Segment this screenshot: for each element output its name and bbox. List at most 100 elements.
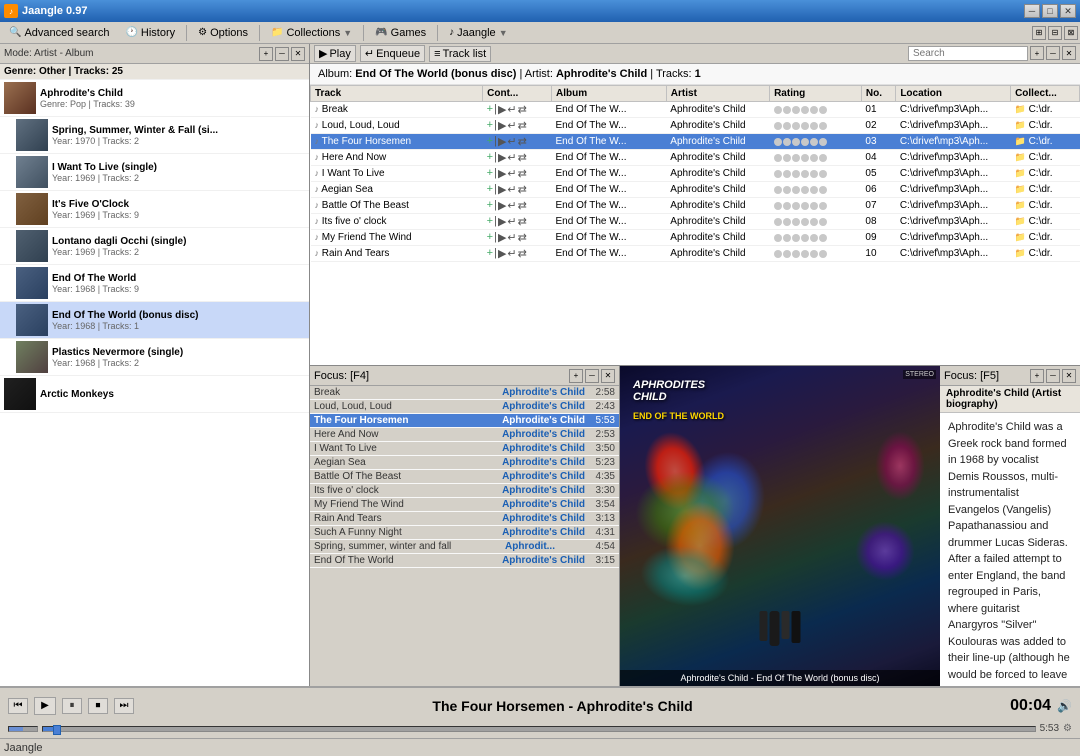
prev-button[interactable]: ⏮ [8,698,28,714]
list-item[interactable]: My Friend The Wind Aphrodite's Child 3:5… [310,498,619,512]
list-item[interactable]: I Want To Live (single) Year: 1969 | Tra… [0,154,309,191]
col-artist[interactable]: Artist [666,86,769,102]
track-collection: 📁 C:\dr. [1011,134,1080,150]
list-item[interactable]: Aegian Sea Aphrodite's Child 5:23 [310,456,619,470]
menu-history[interactable]: 🕐 History [118,24,182,42]
bio-panel-min[interactable]: ─ [1046,369,1060,383]
list-item[interactable]: I Want To Live Aphrodite's Child 3:50 [310,442,619,456]
table-row[interactable]: ♪ My Friend The Wind + | ▶ ↵ ⇄ End Of Th… [311,230,1080,246]
track-search[interactable] [908,46,1028,61]
menu-separator-2 [259,25,260,41]
left-panel-close[interactable]: ✕ [291,47,305,61]
list-item[interactable]: Arctic Monkeys [0,376,309,413]
list-item[interactable]: Spring, Summer, Winter & Fall (si... Yea… [0,117,309,154]
track-album: End Of The W... [552,118,667,134]
maximize-button[interactable]: □ [1042,4,1058,18]
table-row[interactable]: ♪ Battle Of The Beast + | ▶ ↵ ⇄ End Of T… [311,198,1080,214]
list-item[interactable]: Aphrodite's Child Genre: Pop | Tracks: 3… [0,80,309,117]
list-item[interactable]: The Four Horsemen Aphrodite's Child 5:53 [310,414,619,428]
left-panel-add[interactable]: + [259,47,273,61]
bio-panel-close[interactable]: ✕ [1062,369,1076,383]
close-button[interactable]: ✕ [1060,4,1076,18]
stop-button[interactable]: ⏹ [88,698,108,714]
list-item[interactable]: Plastics Nevermore (single) Year: 1968 |… [0,339,309,376]
table-row[interactable]: ♪ Here And Now + | ▶ ↵ ⇄ End Of The W...… [311,150,1080,166]
track-panel-min[interactable]: ─ [1046,46,1060,60]
list-item[interactable]: Lontano dagli Occhi (single) Year: 1969 … [0,228,309,265]
table-row[interactable]: ♪ Rain And Tears + | ▶ ↵ ⇄ End Of The W.… [311,246,1080,262]
track-collection: 📁 C:\dr. [1011,118,1080,134]
list-item[interactable]: Loud, Loud, Loud Aphrodite's Child 2:43 [310,400,619,414]
play-pause-button[interactable]: ▶ [34,697,56,715]
menu-jaangle[interactable]: ♪ Jaangle ▼ [442,24,514,42]
progress-handle[interactable] [53,725,61,735]
list-item[interactable]: Its five o' clock Aphrodite's Child 3:30 [310,484,619,498]
main-layout: Mode: Artist - Album + ─ ✕ Genre: Other … [0,44,1080,686]
menu-advanced-search[interactable]: 🔍 Advanced search [2,24,116,42]
list-item[interactable]: Break Aphrodite's Child 2:58 [310,386,619,400]
layout-btn-1[interactable]: ⊞ [1032,26,1046,40]
focus-left-add[interactable]: + [569,369,583,383]
menu-games[interactable]: 🎮 Games [368,24,433,42]
track-name: ♪ Rain And Tears [311,246,483,262]
track-artist: Aphrodite's Child [666,118,769,134]
col-location[interactable]: Location [896,86,1011,102]
list-item[interactable]: Here And Now Aphrodite's Child 2:53 [310,428,619,442]
focus-left-min[interactable]: ─ [585,369,599,383]
progress-bar[interactable] [42,726,1036,732]
volume-slider[interactable] [8,726,38,732]
left-panel: Mode: Artist - Album + ─ ✕ Genre: Other … [0,44,310,686]
next-button[interactable]: ⏭ [114,698,134,714]
list-item[interactable]: Rain And Tears Aphrodite's Child 3:13 [310,512,619,526]
table-row[interactable]: ♪ The Four Horsemen + | ▶ ↵ ⇄ End Of The… [311,134,1080,150]
table-row[interactable]: ♪ I Want To Live + | ▶ ↵ ⇄ End Of The W.… [311,166,1080,182]
col-collect[interactable]: Collect... [1011,86,1080,102]
table-row[interactable]: ♪ Aegian Sea + | ▶ ↵ ⇄ End Of The W... A… [311,182,1080,198]
bottom-split: Focus: [F4] + ─ ✕ Break Aphrodite's Chil… [310,366,1080,686]
list-item[interactable]: Spring, summer, winter and fall Aphrodit… [310,540,619,554]
list-item[interactable]: End Of The World Aphrodite's Child 3:15 [310,554,619,568]
focus-track-duration: 3:30 [585,485,615,496]
track-name: ♪ I Want To Live [311,166,483,182]
left-panel-min[interactable]: ─ [275,47,289,61]
table-row[interactable]: ♪ Loud, Loud, Loud + | ▶ ↵ ⇄ End Of The … [311,118,1080,134]
focus-left-close[interactable]: ✕ [601,369,615,383]
table-row[interactable]: ♪ Its five o' clock + | ▶ ↵ ⇄ End Of The… [311,214,1080,230]
tracklist-button[interactable]: ≡ Track list [429,46,491,62]
list-item[interactable]: End Of The World Year: 1968 | Tracks: 9 [0,265,309,302]
focus-track-name: Loud, Loud, Loud [314,401,502,412]
bio-panel-add[interactable]: + [1030,369,1044,383]
col-cont[interactable]: Cont... [483,86,552,102]
pause-button[interactable]: ⏸ [62,698,82,714]
menu-collections[interactable]: 📁 Collections ▼ [264,24,359,42]
enqueue-button[interactable]: ↵ Enqueue [360,45,425,62]
list-item[interactable]: Such A Funny Night Aphrodite's Child 4:3… [310,526,619,540]
col-no[interactable]: No. [861,86,895,102]
track-panel-close[interactable]: ✕ [1062,46,1076,60]
track-number: 01 [861,102,895,118]
focus-track-name: Break [314,387,502,398]
bio-panel: Focus: [F5] + ─ ✕ Aphrodite's Child (Art… [940,366,1080,686]
tracklist-icon: ≡ [434,48,440,60]
list-item[interactable]: Genre: Other | Tracks: 25 [0,64,309,80]
table-row[interactable]: ♪ Break + | ▶ ↵ ⇄ End Of The W... Aphrod… [311,102,1080,118]
layout-btn-3[interactable]: ⊠ [1064,26,1078,40]
track-panel-add[interactable]: + [1030,46,1044,60]
focus-track-name: Such A Funny Night [314,527,502,538]
list-item[interactable]: End Of The World (bonus disc) Year: 1968… [0,302,309,339]
col-rating[interactable]: Rating [770,86,862,102]
menu-options[interactable]: ⚙ Options [191,24,255,42]
minimize-button[interactable]: ─ [1024,4,1040,18]
list-item[interactable]: It's Five O'Clock Year: 1969 | Tracks: 9 [0,191,309,228]
focus-track-duration: 2:58 [585,387,615,398]
col-track[interactable]: Track [311,86,483,102]
list-item[interactable]: Battle Of The Beast Aphrodite's Child 4:… [310,470,619,484]
play-button[interactable]: ▶ Track Play [314,45,356,62]
focus-track-artist: Aphrodite's Child [502,527,585,538]
layout-btn-2[interactable]: ⊟ [1048,26,1062,40]
track-name: ♪ Loud, Loud, Loud [311,118,483,134]
focus-track-duration: 3:15 [585,555,615,566]
col-album[interactable]: Album [552,86,667,102]
volume-icon[interactable]: 🔊 [1057,699,1072,713]
track-rating [770,134,862,150]
